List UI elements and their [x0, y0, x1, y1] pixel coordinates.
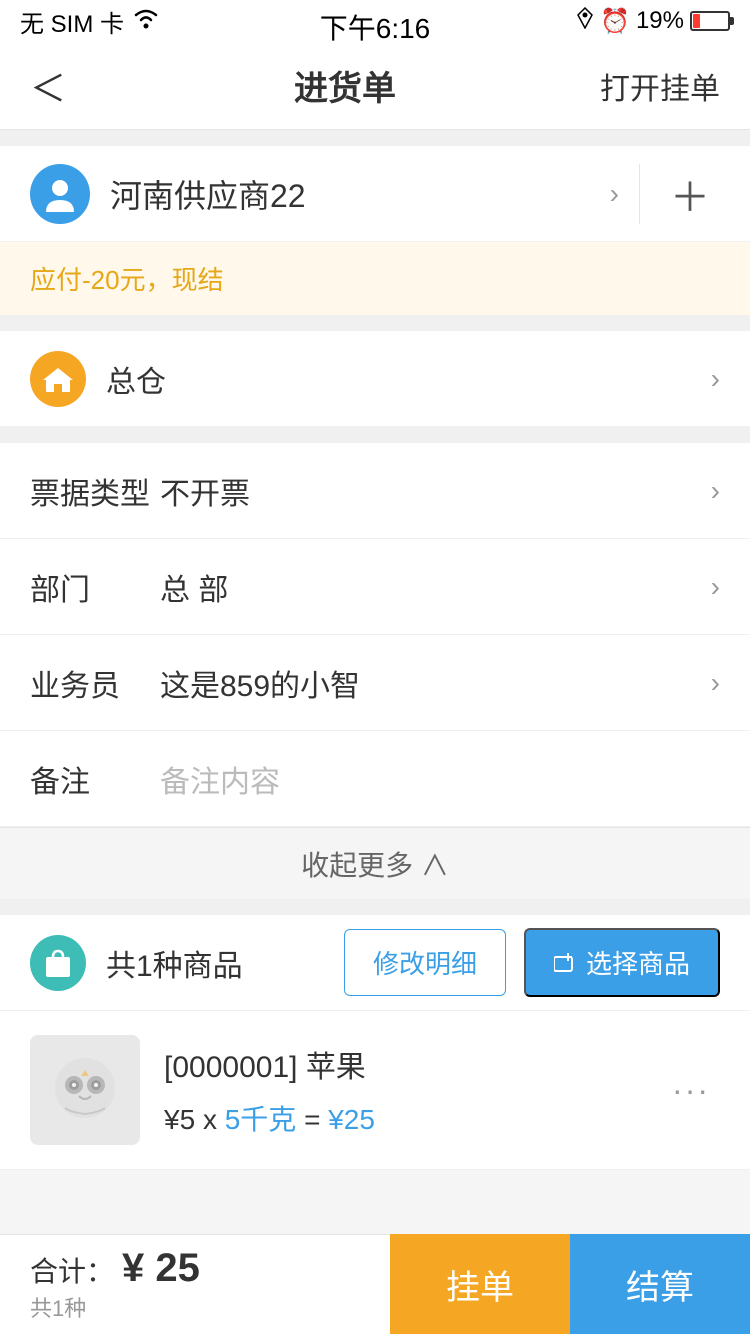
section-divider-3	[0, 427, 750, 443]
warehouse-section: 总仓 ›	[0, 331, 750, 427]
add-button[interactable]: ＋	[660, 165, 720, 223]
total-row: 合计： ¥ 25	[30, 1246, 360, 1291]
supplier-row[interactable]: 河南供应商22 › ＋	[0, 146, 750, 242]
owl-logo-icon	[45, 1050, 125, 1130]
invoice-label: 票据类型	[30, 469, 160, 513]
product-section: 共1种商品 修改明细 选择商品	[0, 915, 750, 1170]
product-thumbnail	[30, 1035, 140, 1145]
section-divider-4	[0, 899, 750, 915]
select-product-button[interactable]: 选择商品	[524, 928, 720, 997]
notice-text: 应付-20元，现结	[30, 265, 224, 295]
status-bar: 无 SIM 卡 下午6:16 ⏰ 19%	[0, 0, 750, 42]
product-price: ¥5 x 5千克 = ¥25	[164, 1098, 662, 1138]
product-header: 共1种商品 修改明细 选择商品	[0, 915, 750, 1011]
warehouse-icon	[30, 351, 86, 407]
total-label: 合计：	[30, 1250, 114, 1290]
product-icon	[30, 935, 86, 991]
open-hold-button[interactable]: 打开挂单	[600, 64, 720, 108]
page-title: 进货单	[90, 61, 600, 110]
status-right: ⏰ 19%	[576, 7, 730, 36]
salesman-label: 业务员	[30, 661, 160, 705]
checkout-button[interactable]: 结算	[570, 1234, 750, 1334]
salesman-chevron-icon: ›	[711, 667, 720, 699]
main-content: 河南供应商22 › ＋ 应付-20元，现结 总仓 ›	[0, 130, 750, 1270]
product-name: [0000001] 苹果	[164, 1042, 662, 1086]
bottom-bar: 合计： ¥ 25 共1种 挂单 结算	[0, 1234, 750, 1334]
wifi-icon	[132, 7, 160, 36]
invoice-chevron-icon: ›	[711, 475, 720, 507]
remark-input[interactable]: 备注内容	[160, 757, 720, 801]
vertical-divider	[639, 164, 640, 224]
warehouse-building-icon	[43, 364, 73, 394]
salesman-value: 这是859的小智	[160, 661, 711, 705]
equals-sign: =	[304, 1104, 328, 1135]
unit-price: ¥5	[164, 1104, 195, 1135]
product-info: [0000001] 苹果 ¥5 x 5千克 = ¥25	[164, 1042, 662, 1138]
quantity: 5千克	[225, 1104, 297, 1135]
carrier-text: 无 SIM 卡	[20, 4, 124, 39]
more-options-button[interactable]: ···	[662, 1072, 720, 1109]
remark-label: 备注	[30, 757, 160, 801]
product-title: 苹果	[306, 1051, 366, 1084]
battery-icon	[690, 11, 730, 31]
section-divider-2	[0, 315, 750, 331]
warehouse-name: 总仓	[106, 357, 711, 401]
shopping-bag-icon	[42, 947, 74, 979]
status-time: 下午6:16	[320, 7, 431, 47]
section-divider-1	[0, 130, 750, 146]
notice-bar: 应付-20元，现结	[0, 242, 750, 315]
edit-details-button[interactable]: 修改明细	[344, 929, 506, 996]
location-icon	[576, 7, 594, 36]
invoice-value: 不开票	[160, 469, 711, 513]
multiply-sign: x	[203, 1104, 225, 1135]
collapse-toggle-label: 收起更多 ∧	[301, 844, 449, 884]
alarm-icon: ⏰	[600, 7, 630, 36]
department-chevron-icon: ›	[711, 571, 720, 603]
supplier-name: 河南供应商22	[110, 171, 610, 217]
form-section: 票据类型 不开票 › 部门 总 部 › 业务员 这是859的小智 › 备注 备注…	[0, 443, 750, 827]
select-product-label: 选择商品	[586, 944, 690, 981]
supplier-avatar	[30, 164, 90, 224]
total-sub-label: 共1种	[30, 1296, 86, 1321]
department-label: 部门	[30, 565, 160, 609]
remark-row[interactable]: 备注 备注内容	[0, 731, 750, 827]
cart-icon	[554, 953, 578, 973]
nav-bar: ＜ 进货单 打开挂单	[0, 42, 750, 130]
product-item: [0000001] 苹果 ¥5 x 5千克 = ¥25 ···	[0, 1011, 750, 1170]
department-row[interactable]: 部门 总 部 ›	[0, 539, 750, 635]
warehouse-chevron-icon: ›	[711, 363, 720, 395]
salesman-row[interactable]: 业务员 这是859的小智 ›	[0, 635, 750, 731]
person-icon	[42, 176, 78, 212]
status-left: 无 SIM 卡	[20, 4, 160, 39]
product-count: 共1种商品	[106, 941, 344, 985]
supplier-section: 河南供应商22 › ＋ 应付-20元，现结	[0, 146, 750, 315]
hold-button[interactable]: 挂单	[390, 1234, 570, 1334]
total-amount: ¥ 25	[122, 1246, 200, 1291]
battery-text: 19%	[636, 7, 684, 35]
warehouse-row[interactable]: 总仓 ›	[0, 331, 750, 427]
product-code: [0000001]	[164, 1051, 297, 1084]
product-total: ¥25	[328, 1104, 375, 1135]
supplier-chevron-icon: ›	[610, 178, 619, 210]
collapse-toggle[interactable]: 收起更多 ∧	[0, 827, 750, 899]
department-value: 总 部	[160, 565, 711, 609]
invoice-row[interactable]: 票据类型 不开票 ›	[0, 443, 750, 539]
total-section: 合计： ¥ 25 共1种	[0, 1234, 390, 1334]
back-button[interactable]: ＜	[30, 60, 90, 112]
total-sub: 共1种	[30, 1291, 360, 1323]
